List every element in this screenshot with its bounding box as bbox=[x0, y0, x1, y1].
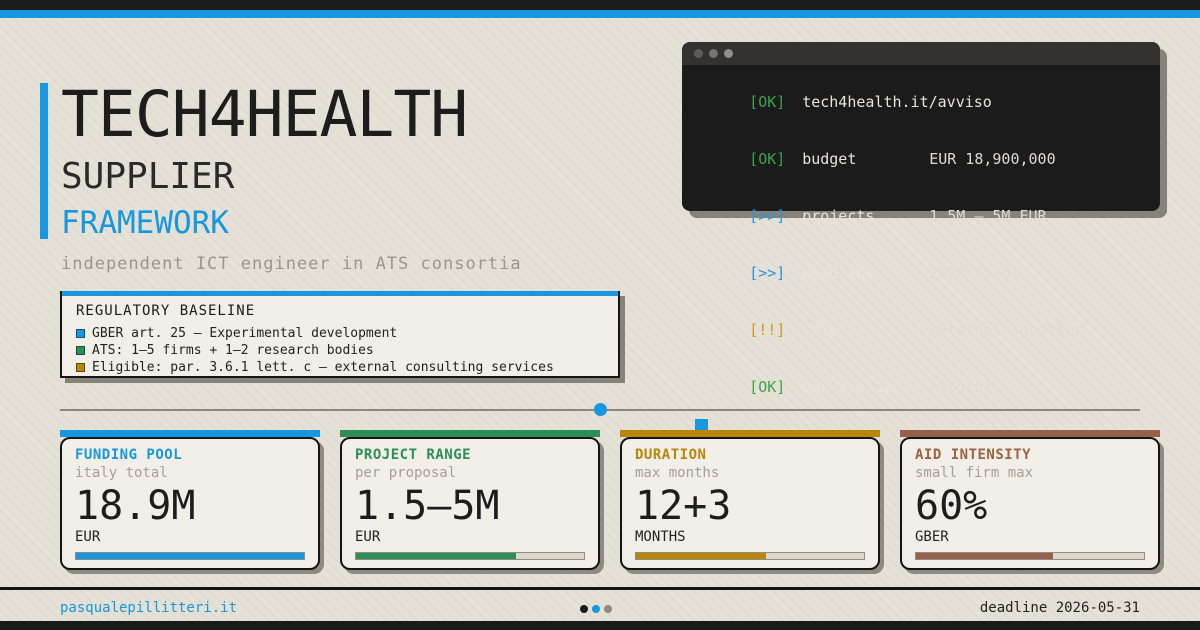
card-value: 1.5–5M bbox=[355, 483, 500, 529]
window-dot-icon bbox=[724, 49, 733, 58]
card-sublabel: italy total bbox=[75, 465, 168, 481]
card-value: 18.9M bbox=[75, 483, 196, 529]
card-sublabel: per proposal bbox=[355, 465, 457, 481]
regbox-item: GBER art. 25 – Experimental development bbox=[76, 325, 604, 342]
regbox-item-text: GBER art. 25 – Experimental development bbox=[92, 326, 398, 341]
hero-section: TECH4HEALTH SUPPLIER FRAMEWORK independe… bbox=[40, 83, 522, 274]
card-unit: EUR bbox=[355, 529, 381, 545]
card-label: PROJECT RANGE bbox=[355, 447, 472, 463]
terminal-key: role bbox=[802, 321, 839, 339]
bottom-black-bar bbox=[0, 621, 1200, 630]
card-accent-bar bbox=[620, 430, 880, 437]
terminal-line: [>>] projects 1.5M – 5M EUR bbox=[695, 188, 1160, 245]
regbox-item-text: Eligible: par. 3.6.1 lett. c – external … bbox=[92, 360, 554, 375]
card-label: DURATION bbox=[635, 447, 707, 463]
progress-fill bbox=[76, 553, 304, 559]
terminal-key: par 3.6.1/c bbox=[802, 378, 902, 396]
bullet-square-icon bbox=[76, 363, 85, 372]
window-dot-icon bbox=[709, 49, 718, 58]
window-dot-icon bbox=[694, 49, 703, 58]
hero-titles: TECH4HEALTH SUPPLIER FRAMEWORK bbox=[40, 83, 522, 239]
terminal-line: [!!] role external supplier bbox=[695, 302, 1160, 359]
status-tag: [OK] bbox=[749, 150, 786, 168]
status-tag: [!!] bbox=[749, 321, 786, 339]
regbox-title: REGULATORY BASELINE bbox=[76, 303, 256, 319]
card-accent-bar bbox=[340, 430, 600, 437]
terminal-value: eligible bbox=[929, 378, 1002, 396]
page-subtitle: SUPPLIER bbox=[61, 156, 235, 197]
regbox-item-text: ATS: 1–5 firms + 1–2 research bodies bbox=[92, 343, 374, 358]
stat-card-aid-intensity: AID INTENSITY small firm max 60% GBER bbox=[900, 430, 1160, 570]
card-label: FUNDING POOL bbox=[75, 447, 183, 463]
divider-dot bbox=[594, 403, 607, 416]
progress-fill bbox=[916, 553, 1053, 559]
terminal-url: tech4health.it/avviso bbox=[802, 93, 992, 111]
terminal-line: [OK] par 3.6.1/c eligible bbox=[695, 359, 1160, 416]
tagline: independent ICT engineer in ATS consorti… bbox=[61, 254, 522, 274]
terminal-line: [>>] deadline 2026-05-31 bbox=[695, 245, 1160, 302]
card-sublabel: small firm max bbox=[915, 465, 1034, 481]
terminal-body: [OK] tech4health.it/avviso [OK] budget EUR … bbox=[682, 65, 1160, 434]
dot-icon bbox=[592, 605, 600, 613]
card-accent-bar bbox=[900, 430, 1160, 437]
footer-divider bbox=[0, 587, 1200, 590]
card-value: 60% bbox=[915, 483, 988, 529]
progress-track bbox=[915, 552, 1145, 560]
progress-track bbox=[355, 552, 585, 560]
status-tag: [OK] bbox=[749, 93, 786, 111]
progress-track bbox=[635, 552, 865, 560]
card-unit: MONTHS bbox=[635, 529, 686, 545]
card-accent-bar bbox=[60, 430, 320, 437]
status-tag: [>>] bbox=[749, 264, 786, 282]
terminal-value: 2026-05-31 bbox=[929, 264, 1020, 282]
top-black-bar bbox=[0, 0, 1200, 10]
stat-card-duration: DURATION max months 12+3 MONTHS bbox=[620, 430, 880, 570]
progress-fill bbox=[356, 553, 516, 559]
status-tag: [>>] bbox=[749, 207, 786, 225]
regbox-item: ATS: 1–5 firms + 1–2 research bodies bbox=[76, 342, 604, 359]
card-label: AID INTENSITY bbox=[915, 447, 1032, 463]
progress-track bbox=[75, 552, 305, 560]
terminal-key: budget bbox=[802, 150, 857, 168]
regbox-item: Eligible: par. 3.6.1 lett. c – external … bbox=[76, 359, 604, 376]
card-sublabel: max months bbox=[635, 465, 720, 481]
page-subtitle-accent: FRAMEWORK bbox=[61, 205, 229, 241]
card-unit: EUR bbox=[75, 529, 101, 545]
terminal-titlebar bbox=[682, 42, 1160, 65]
terminal-value: EUR 18,900,000 bbox=[929, 150, 1056, 168]
terminal-key: deadline bbox=[802, 264, 875, 282]
card-value: 12+3 bbox=[635, 483, 732, 529]
bullet-square-icon bbox=[76, 346, 85, 355]
page-title: TECH4HEALTH bbox=[61, 78, 468, 151]
top-accent-bar bbox=[0, 10, 1200, 18]
bullet-square-icon bbox=[76, 329, 85, 338]
dot-icon bbox=[604, 605, 612, 613]
terminal-line[interactable]: [OK] tech4health.it/avviso bbox=[695, 74, 1160, 131]
footer: pasqualepillitteri.it deadline 2026-05-3… bbox=[0, 598, 1200, 621]
regulatory-baseline-box: REGULATORY BASELINE GBER art. 25 – Exper… bbox=[60, 291, 620, 378]
progress-fill bbox=[636, 553, 766, 559]
terminal-window: [OK] tech4health.it/avviso [OK] budget EUR … bbox=[682, 42, 1160, 434]
terminal-value: external supplier bbox=[929, 321, 1083, 339]
terminal-key: projects bbox=[802, 207, 875, 225]
card-unit: GBER bbox=[915, 529, 949, 545]
stat-cards-row: FUNDING POOL italy total 18.9M EUR PROJE… bbox=[60, 430, 1160, 570]
status-tag: [OK] bbox=[749, 378, 786, 396]
stat-card-project-range: PROJECT RANGE per proposal 1.5–5M EUR bbox=[340, 430, 600, 570]
stat-card-funding-pool: FUNDING POOL italy total 18.9M EUR bbox=[60, 430, 320, 570]
dot-icon bbox=[580, 605, 588, 613]
terminal-line: [OK] budget EUR 18,900,000 bbox=[695, 131, 1160, 188]
site-link[interactable]: pasqualepillitteri.it bbox=[60, 600, 237, 616]
pagination-dots bbox=[580, 605, 612, 613]
deadline-text: deadline 2026-05-31 bbox=[979, 600, 1140, 616]
terminal-value: 1.5M – 5M EUR bbox=[929, 207, 1047, 225]
